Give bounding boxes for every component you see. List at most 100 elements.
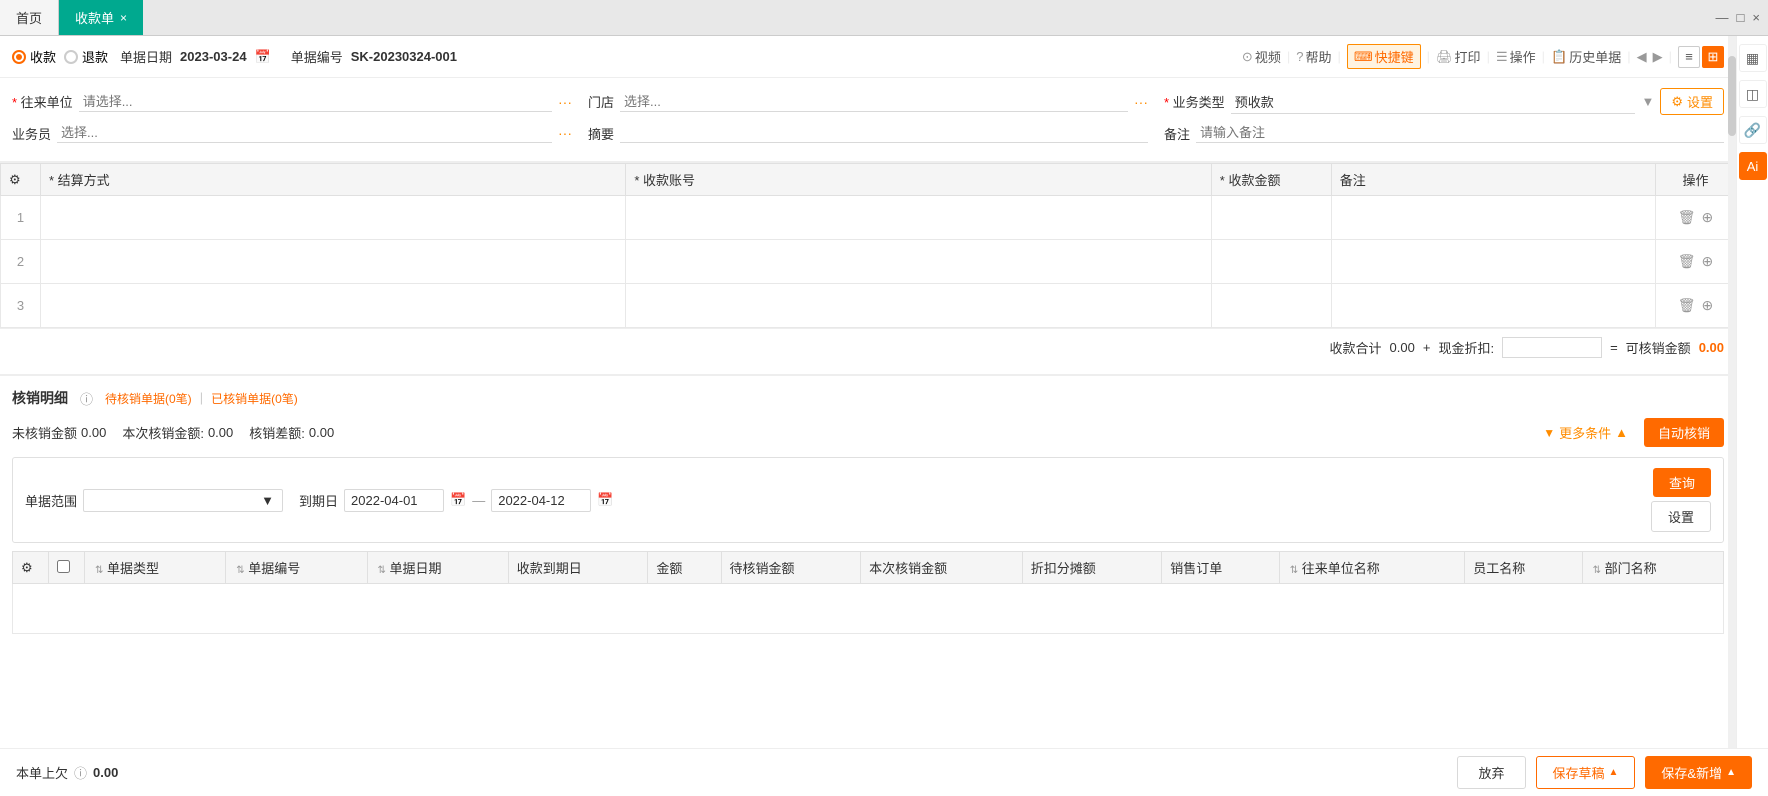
- auto-writeoff-btn[interactable]: 自动核销: [1644, 418, 1724, 447]
- row-1-amount[interactable]: [1211, 196, 1331, 240]
- table-row: 2 🗑 ⊕: [1, 240, 1736, 284]
- discount-label: 现金折扣:: [1438, 338, 1494, 357]
- row-1-settlement[interactable]: [41, 196, 626, 240]
- history-btn[interactable]: 📋 历史单据: [1551, 47, 1621, 66]
- tab-receipt-close[interactable]: ×: [120, 11, 127, 25]
- due-from-input[interactable]: [344, 489, 444, 512]
- shortcut-btn[interactable]: ⌨ 快捷键: [1347, 44, 1421, 69]
- refund-radio[interactable]: 退款: [64, 47, 108, 66]
- abandon-btn[interactable]: 放弃: [1457, 756, 1525, 789]
- remark-label: 备注: [1164, 124, 1190, 143]
- filter-settings-btn[interactable]: 设置: [1651, 501, 1711, 532]
- prev-btn[interactable]: ◀: [1637, 49, 1647, 65]
- window-min-btn[interactable]: —: [1716, 10, 1729, 25]
- date-separator: —: [472, 493, 485, 508]
- range-select[interactable]: ▼: [83, 489, 283, 512]
- video-btn[interactable]: ⊙ 视频: [1242, 47, 1281, 66]
- summary-field: 摘要: [588, 123, 1148, 143]
- discount-input[interactable]: [1502, 337, 1602, 358]
- verify-pending-tab[interactable]: 待核销单据(0笔): [105, 390, 192, 407]
- store-more-btn[interactable]: ···: [1134, 94, 1148, 110]
- more-conditions-btn[interactable]: ▼ 更多条件 ▲: [1543, 423, 1628, 442]
- tab-home[interactable]: 首页: [0, 0, 59, 35]
- form-settings-btn[interactable]: ⚙ 设置: [1660, 88, 1724, 115]
- net-value: 0.00: [1699, 340, 1724, 355]
- counterpart-label: 往来单位: [12, 92, 73, 111]
- doc-info: 单据日期 2023-03-24 📅 单据编号 SK-20230324-001: [120, 47, 457, 66]
- more-conditions-label: 更多条件: [1559, 423, 1611, 442]
- store-field: 门店 ···: [588, 92, 1148, 112]
- print-btn[interactable]: 🖨 打印: [1436, 47, 1481, 66]
- row-3-settlement[interactable]: [41, 284, 626, 328]
- salesman-input[interactable]: [57, 123, 552, 143]
- sidebar-doc-icon[interactable]: ◫: [1739, 80, 1767, 108]
- diff-label: 核销差额:: [249, 423, 305, 442]
- row-2-amount[interactable]: [1211, 240, 1331, 284]
- scrollbar-thumb[interactable]: [1728, 56, 1736, 136]
- sidebar-link-icon[interactable]: 🔗: [1739, 116, 1767, 144]
- row-3-remark[interactable]: [1331, 284, 1655, 328]
- diff-value: 0.00: [309, 425, 334, 440]
- due-to-input[interactable]: [491, 489, 591, 512]
- sort-icon: ⇅: [1290, 565, 1298, 576]
- row-3-account[interactable]: [626, 284, 1211, 328]
- query-btn[interactable]: 查询: [1653, 468, 1711, 497]
- tab-receipt[interactable]: 收款单 ×: [59, 0, 143, 35]
- row-1-delete-icon[interactable]: 🗑: [1678, 209, 1696, 226]
- row-1-account[interactable]: [626, 196, 1211, 240]
- row-2-remark[interactable]: [1331, 240, 1655, 284]
- layout-list-btn[interactable]: ≡: [1678, 46, 1700, 68]
- verify-info-icon[interactable]: ⓘ: [80, 389, 93, 408]
- save-draft-btn[interactable]: 保存草稿 ▲: [1536, 756, 1636, 789]
- counterpart-more-btn[interactable]: ···: [558, 94, 572, 110]
- row-2-copy-icon[interactable]: ⊕: [1702, 253, 1714, 270]
- salesman-more-btn[interactable]: ···: [558, 125, 572, 141]
- empty-cell: [13, 584, 1724, 634]
- row-2-settlement[interactable]: [41, 240, 626, 284]
- diff-stat: 核销差额: 0.00: [249, 423, 334, 442]
- row-3-copy-icon[interactable]: ⊕: [1702, 297, 1714, 314]
- this-order-info-icon[interactable]: ⓘ: [74, 763, 87, 782]
- due-from-cal-icon[interactable]: 📅: [450, 492, 466, 508]
- receive-radio[interactable]: 收款: [12, 47, 56, 66]
- biz-type-dropdown[interactable]: ▼: [1641, 94, 1654, 109]
- col-pending: 待核销金额: [721, 552, 861, 584]
- help-btn[interactable]: ? 帮助: [1296, 47, 1331, 66]
- save-new-btn[interactable]: 保存&新增 ▲: [1645, 756, 1752, 789]
- row-1-remark[interactable]: [1331, 196, 1655, 240]
- col-current: 本次核销金额: [861, 552, 1023, 584]
- next-btn[interactable]: ▶: [1653, 49, 1663, 65]
- verify-check-all[interactable]: [57, 560, 70, 573]
- doc-no-value: SK-20230324-001: [351, 49, 457, 64]
- remark-input[interactable]: [1196, 123, 1724, 143]
- verify-gear-col[interactable]: ⚙: [13, 552, 49, 584]
- history-label: 历史单据: [1569, 47, 1621, 66]
- summary-input[interactable]: [620, 123, 1148, 143]
- scrollbar-track[interactable]: [1728, 36, 1736, 748]
- row-3-delete-icon[interactable]: 🗑: [1678, 297, 1696, 314]
- verify-done-tab[interactable]: 已核销单据(0笔): [211, 390, 298, 407]
- sidebar-table-icon[interactable]: ▦: [1739, 44, 1767, 72]
- receive-label: 收款: [30, 47, 56, 66]
- operation-btn[interactable]: ☰ 操作: [1496, 47, 1536, 66]
- sidebar-ai-icon[interactable]: Ai: [1739, 152, 1767, 180]
- doc-date-value: 2023-03-24: [180, 49, 247, 64]
- up-icon: ▲: [1615, 425, 1628, 440]
- remark-col-label: 备注: [1340, 173, 1366, 188]
- layout-grid-btn[interactable]: ⊞: [1702, 46, 1724, 68]
- window-controls: — □ ×: [1716, 10, 1768, 25]
- store-input[interactable]: [620, 92, 1128, 112]
- this-order-label: 本单上欠: [16, 763, 68, 782]
- counterpart-input[interactable]: [79, 92, 552, 112]
- row-1-copy-icon[interactable]: ⊕: [1702, 209, 1714, 226]
- row-2-delete-icon[interactable]: 🗑: [1678, 253, 1696, 270]
- due-to-cal-icon[interactable]: 📅: [597, 492, 613, 508]
- window-max-btn[interactable]: □: [1737, 10, 1745, 25]
- sort-icon: ⇅: [95, 565, 103, 576]
- calendar-icon[interactable]: 📅: [255, 49, 271, 65]
- window-close-btn[interactable]: ×: [1752, 10, 1760, 25]
- refund-label: 退款: [82, 47, 108, 66]
- row-2-account[interactable]: [626, 240, 1211, 284]
- row-3-amount[interactable]: [1211, 284, 1331, 328]
- gear-col-header[interactable]: ⚙: [1, 164, 41, 196]
